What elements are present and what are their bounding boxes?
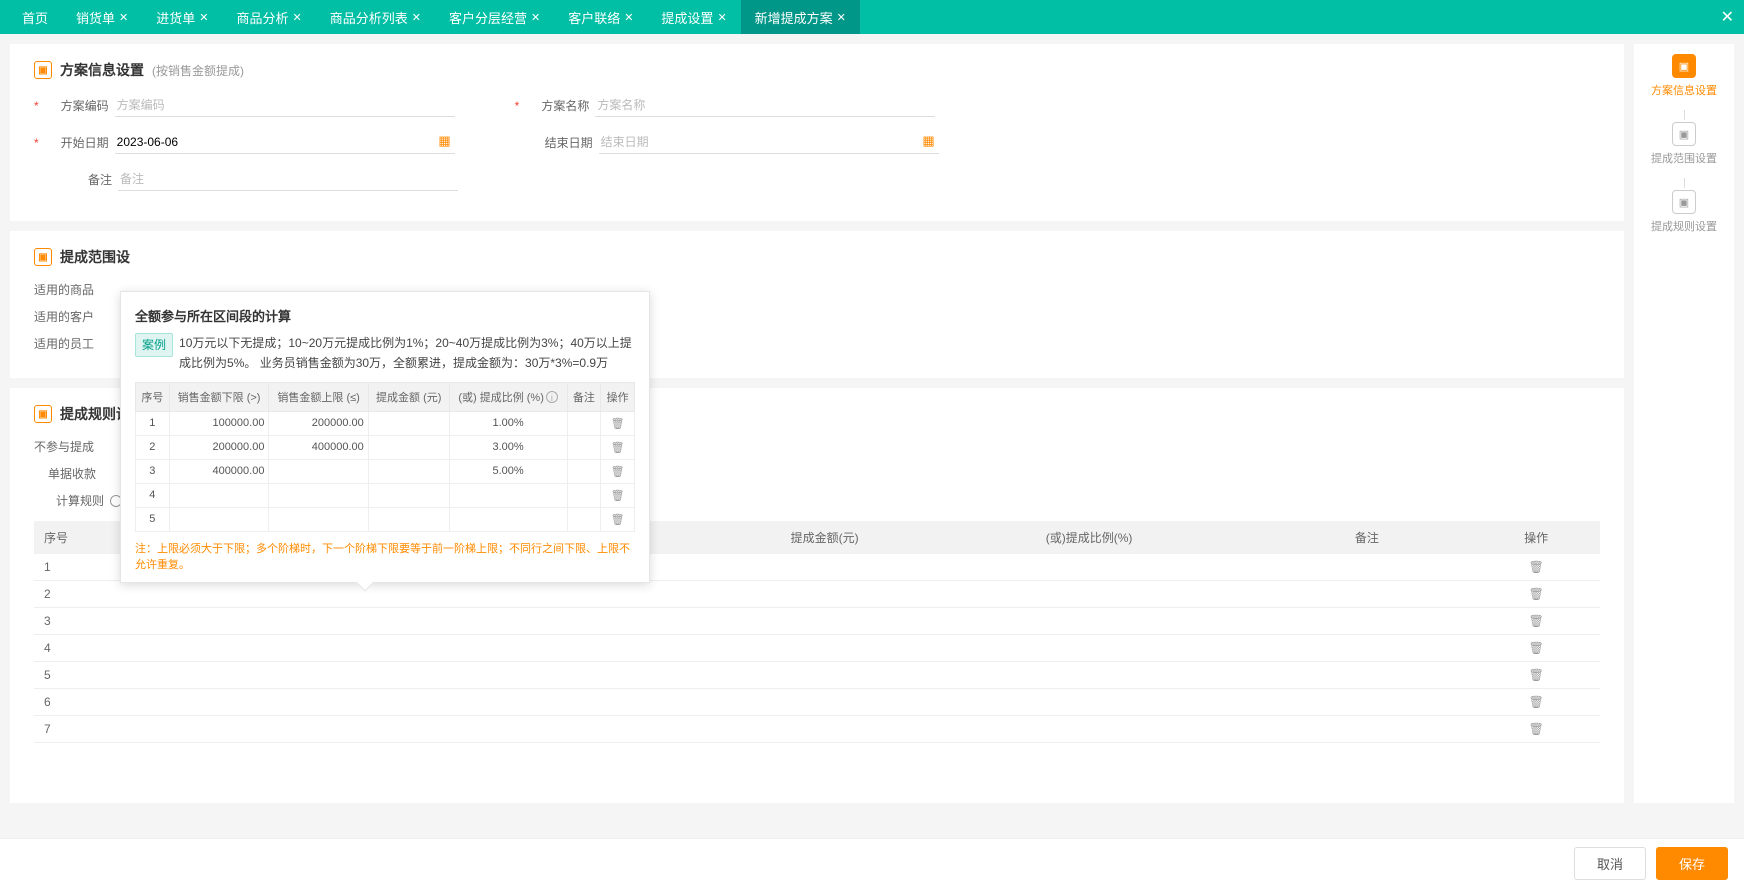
table-row[interactable]: 3🗑 [34, 608, 1600, 635]
end-label: 结束日期 [529, 134, 593, 151]
tab-close-icon[interactable]: ✕ [293, 11, 302, 24]
delete-icon[interactable]: 🗑 [611, 418, 625, 430]
tab-销货单[interactable]: 销货单✕ [62, 0, 142, 34]
code-input[interactable] [115, 94, 455, 117]
tab-首页[interactable]: 首页 [8, 0, 62, 34]
remark-label: 备注 [48, 171, 112, 188]
delete-icon[interactable]: 🗑 [611, 442, 625, 454]
panel1-title: 方案信息设置 [60, 60, 144, 80]
panel2-title: 提成范围设 [60, 247, 130, 267]
tab-客户联络[interactable]: 客户联络✕ [554, 0, 647, 34]
tab-提成设置[interactable]: 提成设置✕ [647, 0, 740, 34]
delete-icon[interactable]: 🗑 [1529, 668, 1544, 682]
save-button[interactable]: 保存 [1656, 847, 1728, 880]
start-date-input[interactable] [115, 131, 455, 154]
example-desc: 10万元以下无提成；10~20万元提成比例为1%；20~40万提成比例为3%；4… [179, 333, 635, 374]
tab-close-icon[interactable]: ✕ [531, 11, 540, 24]
delete-icon[interactable]: 🗑 [1529, 641, 1544, 655]
anchor-icon: ▣ [1672, 54, 1696, 78]
tab-进货单[interactable]: 进货单✕ [142, 0, 222, 34]
popover-note: 注：上限必须大于下限；多个阶梯时，下一个阶梯下限要等于前一阶梯上限；不同行之间下… [135, 540, 635, 572]
anchor-提成规则设置[interactable]: ▣提成规则设置 [1638, 190, 1730, 234]
example-popover: 全额参与所在区间段的计算 案例 10万元以下无提成；10~20万元提成比例为1%… [120, 291, 650, 583]
popover-title: 全额参与所在区间段的计算 [135, 306, 635, 325]
code-label: 方案编码 [45, 97, 109, 114]
tab-客户分层经营[interactable]: 客户分层经营✕ [435, 0, 554, 34]
example-tag: 案例 [135, 333, 173, 357]
name-input[interactable] [595, 94, 935, 117]
delete-icon[interactable]: 🗑 [1529, 560, 1544, 574]
delete-icon[interactable]: 🗑 [1529, 722, 1544, 736]
panel1-sub: (按销售金额提成) [152, 62, 244, 79]
end-date-input[interactable] [599, 131, 939, 154]
tab-close-icon[interactable]: ✕ [717, 11, 726, 24]
tab-商品分析[interactable]: 商品分析✕ [222, 0, 315, 34]
table-row: 4🗑 [136, 483, 635, 507]
table-row[interactable]: 5🗑 [34, 662, 1600, 689]
table-row: 2200000.00400000.003.00%🗑 [136, 435, 635, 459]
section-icon: ▣ [34, 405, 52, 423]
table-row[interactable]: 6🗑 [34, 689, 1600, 716]
anchor-icon: ▣ [1672, 122, 1696, 146]
delete-icon[interactable]: 🗑 [1529, 614, 1544, 628]
delete-icon[interactable]: 🗑 [611, 490, 625, 502]
table-row[interactable]: 4🗑 [34, 635, 1600, 662]
table-row[interactable]: 2🗑 [34, 581, 1600, 608]
section-icon: ▣ [34, 61, 52, 79]
start-label: 开始日期 [45, 134, 109, 151]
example-table: 序号销售金额下限 (>)销售金额上限 (≤)提成金额 (元)(或) 提成比例 (… [135, 382, 635, 532]
tab-close-icon[interactable]: ✕ [119, 11, 128, 24]
tab-close-icon[interactable]: ✕ [199, 11, 208, 24]
tab-close-icon[interactable]: ✕ [624, 11, 633, 24]
delete-icon[interactable]: 🗑 [611, 514, 625, 526]
tab-close-icon[interactable]: ✕ [412, 11, 421, 24]
anchor-提成范围设置[interactable]: ▣提成范围设置 [1638, 122, 1730, 166]
calendar-icon[interactable]: ▦ [922, 133, 934, 149]
calendar-icon[interactable]: ▦ [438, 133, 450, 149]
table-row: 3400000.005.00%🗑 [136, 459, 635, 483]
table-row: 1100000.00200000.001.00%🗑 [136, 411, 635, 435]
table-row[interactable]: 7🗑 [34, 716, 1600, 743]
delete-icon[interactable]: 🗑 [1529, 695, 1544, 709]
footer-bar: 取消 保存 [0, 838, 1744, 888]
cancel-button[interactable]: 取消 [1574, 847, 1646, 880]
anchor-nav: ▣方案信息设置 ▣提成范围设置 ▣提成规则设置 [1634, 44, 1734, 803]
table-row: 5🗑 [136, 507, 635, 531]
tab-bar: 首页销货单✕进货单✕商品分析✕商品分析列表✕客户分层经营✕客户联络✕提成设置✕新… [0, 0, 1744, 34]
delete-icon[interactable]: 🗑 [1529, 587, 1544, 601]
section-icon: ▣ [34, 248, 52, 266]
remark-input[interactable] [118, 168, 458, 191]
tab-新增提成方案[interactable]: 新增提成方案✕ [741, 0, 860, 34]
anchor-icon: ▣ [1672, 190, 1696, 214]
tab-close-icon[interactable]: ✕ [837, 11, 846, 24]
close-all-icon[interactable]: ✕ [1721, 7, 1734, 27]
name-label: 方案名称 [525, 97, 589, 114]
info-icon[interactable]: i [546, 391, 558, 403]
panel-plan-info: ▣ 方案信息设置 (按销售金额提成) * 方案编码 * 方案名称 * [10, 44, 1624, 221]
delete-icon[interactable]: 🗑 [611, 466, 625, 478]
anchor-方案信息设置[interactable]: ▣方案信息设置 [1638, 54, 1730, 98]
tab-商品分析列表[interactable]: 商品分析列表✕ [316, 0, 435, 34]
calc-label: 计算规则 [34, 492, 104, 509]
